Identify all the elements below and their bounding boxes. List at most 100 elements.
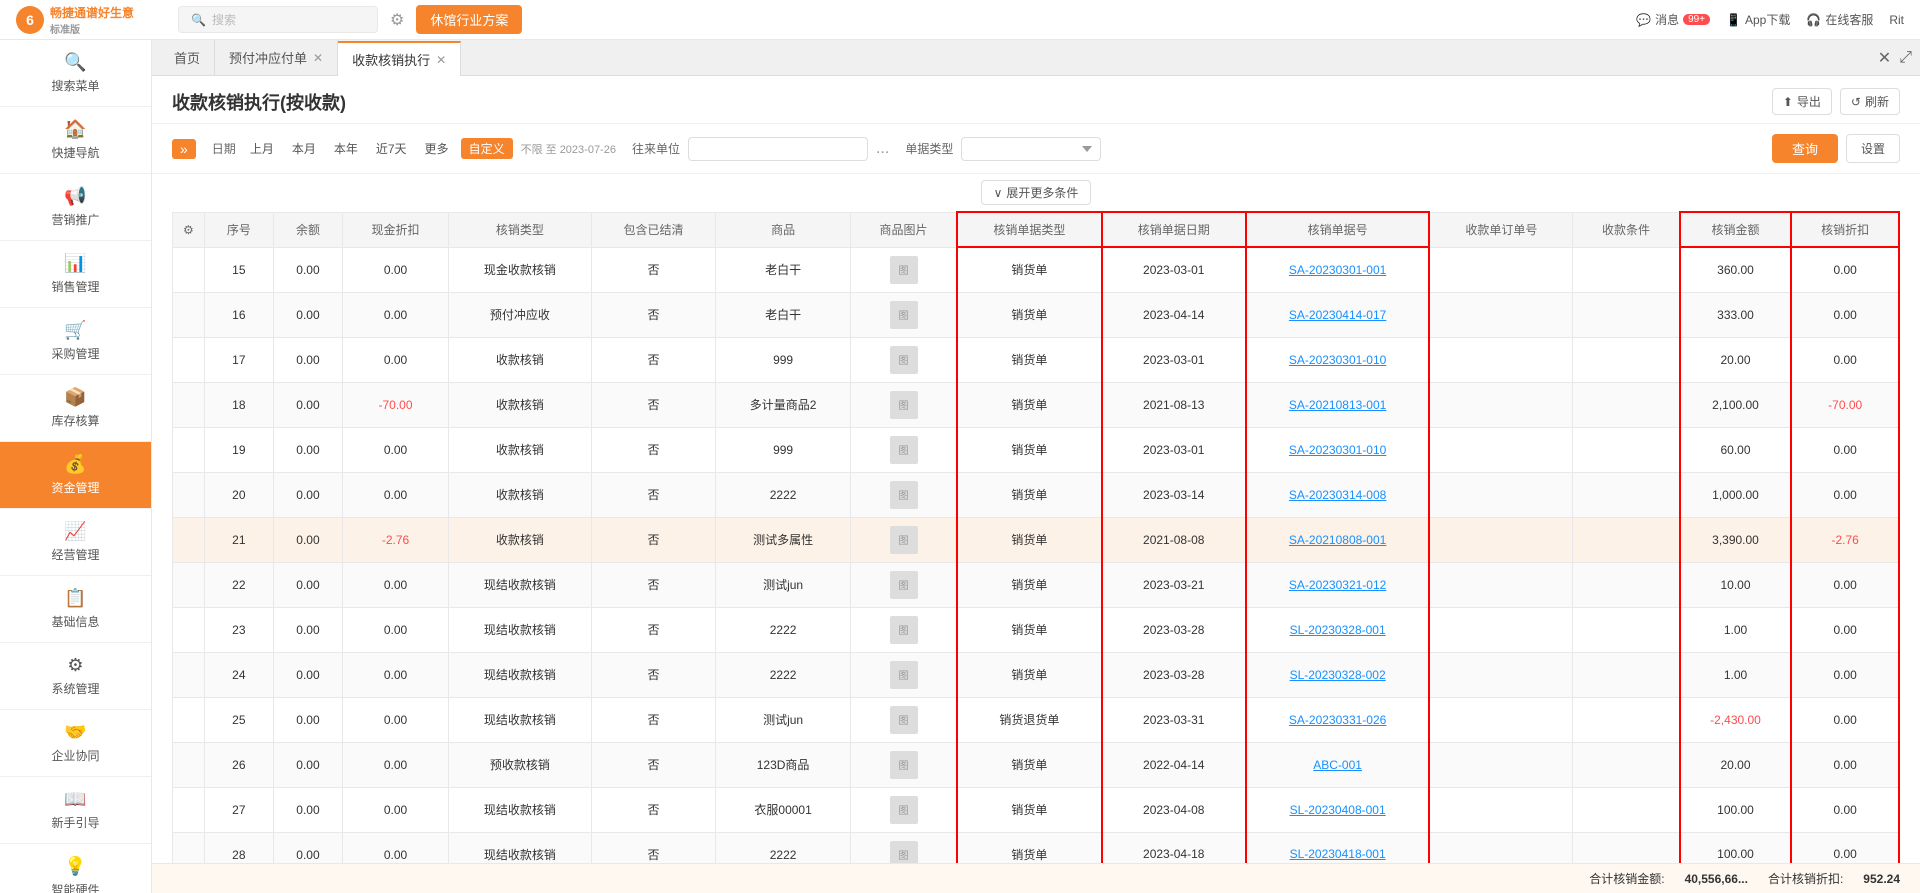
sidebar-item-search[interactable]: 🔍 搜索菜单 <box>0 40 151 107</box>
filter-collapse-btn[interactable]: » <box>172 139 196 159</box>
th-write-off-amount: 核销金额 <box>1680 212 1792 247</box>
td-cash-discount: -2.76 <box>343 517 449 562</box>
sidebar-label-guide: 新手引导 <box>51 814 99 831</box>
search-box[interactable]: 🔍 搜索 <box>178 6 378 33</box>
td-bill-no[interactable]: SL-20230328-001 <box>1246 607 1429 652</box>
td-bill-no[interactable]: SA-20230301-010 <box>1246 337 1429 382</box>
td-bill-no[interactable]: SA-20230321-012 <box>1246 562 1429 607</box>
messages-badge: 99+ <box>1683 14 1710 25</box>
sidebar-item-inventory[interactable]: 📦 库存核算 <box>0 375 151 442</box>
fullscreen-btn[interactable]: ⤢ <box>1899 49 1912 67</box>
td-balance: 0.00 <box>273 742 342 787</box>
tab-prepay-close[interactable]: ✕ <box>313 51 323 65</box>
td-write-off-discount: 0.00 <box>1791 427 1899 472</box>
td-no: 22 <box>204 562 273 607</box>
td-bill-no[interactable]: SL-20230408-001 <box>1246 787 1429 832</box>
sidebar-item-hardware[interactable]: 💡 智能硬件 <box>0 844 151 893</box>
td-write-off-amount: 60.00 <box>1680 427 1792 472</box>
tab-writeoff-close[interactable]: ✕ <box>436 53 446 67</box>
td-receipt-condition <box>1573 832 1680 863</box>
app-icon: 📱 <box>1726 13 1741 27</box>
partner-label: 往来单位 <box>632 140 680 157</box>
messages-label: 消息 <box>1655 11 1679 28</box>
query-button[interactable]: 查询 <box>1772 134 1838 163</box>
td-bill-no[interactable]: SA-20210808-001 <box>1246 517 1429 562</box>
sidebar-item-business[interactable]: 📈 经营管理 <box>0 509 151 576</box>
td-product: 999 <box>716 427 851 472</box>
table-row: 22 0.00 0.00 现结收款核销 否 测试jun 图 销货单 2023-0… <box>173 562 1900 607</box>
expand-more-button[interactable]: ∨ 展开更多条件 <box>981 180 1092 205</box>
table-container[interactable]: ⚙ 序号 余额 现金折扣 核销类型 包含已结清 商品 商品图片 核销单据类型 核… <box>152 211 1920 863</box>
bill-type-label: 单据类型 <box>905 140 953 157</box>
sidebar-item-enterprise[interactable]: 🤝 企业协同 <box>0 710 151 777</box>
td-balance: 0.00 <box>273 562 342 607</box>
date-opt-more[interactable]: 更多 <box>419 138 455 159</box>
td-bill-no[interactable]: SA-20230414-017 <box>1246 292 1429 337</box>
date-opt-thismonth[interactable]: 本月 <box>286 138 322 159</box>
td-bill-no[interactable]: SA-20230314-008 <box>1246 472 1429 517</box>
td-write-off-type: 现结收款核销 <box>449 787 592 832</box>
export-button[interactable]: ⬆ 导出 <box>1772 88 1832 115</box>
tab-home[interactable]: 首页 <box>160 40 215 75</box>
table-row: 20 0.00 0.00 收款核销 否 2222 图 销货单 2023-03-1… <box>173 472 1900 517</box>
td-bill-no[interactable]: SA-20230301-010 <box>1246 427 1429 472</box>
main-layout: 🔍 搜索菜单 🏠 快捷导航 📢 营销推广 📊 销售管理 🛒 采购管理 📦 库存核… <box>0 40 1920 893</box>
sidebar-item-purchase[interactable]: 🛒 采购管理 <box>0 308 151 375</box>
td-product: 多计量商品2 <box>716 382 851 427</box>
sidebar-item-guide[interactable]: 📖 新手引导 <box>0 777 151 844</box>
th-write-off-type: 核销类型 <box>449 212 592 247</box>
guide-sidebar-icon: 📖 <box>64 789 86 810</box>
td-bill-no[interactable]: SA-20230331-026 <box>1246 697 1429 742</box>
td-write-off-type: 现结收款核销 <box>449 652 592 697</box>
filter-settings-button[interactable]: 设置 <box>1846 134 1900 163</box>
td-balance: 0.00 <box>273 697 342 742</box>
td-bill-no[interactable]: ABC-001 <box>1246 742 1429 787</box>
td-bill-type: 销货单 <box>957 337 1101 382</box>
td-receipt-order-no <box>1429 697 1573 742</box>
sidebar-item-basics[interactable]: 📋 基础信息 <box>0 576 151 643</box>
partner-input[interactable] <box>688 137 868 161</box>
app-download-item[interactable]: 📱 App下载 <box>1726 11 1790 28</box>
tab-writeoff[interactable]: 收款核销执行 ✕ <box>338 41 461 76</box>
refresh-button[interactable]: ↺ 刷新 <box>1840 88 1900 115</box>
messages-item[interactable]: 💬 消息 99+ <box>1636 11 1710 28</box>
sidebar-item-sales[interactable]: 📊 销售管理 <box>0 241 151 308</box>
td-cash-discount: 0.00 <box>343 787 449 832</box>
td-bill-no[interactable]: SL-20230418-001 <box>1246 832 1429 863</box>
td-product-image: 图 <box>850 382 957 427</box>
td-bill-no[interactable]: SA-20210813-001 <box>1246 382 1429 427</box>
online-support-item[interactable]: 🎧 在线客服 <box>1806 11 1873 28</box>
td-receipt-condition <box>1573 787 1680 832</box>
td-bill-type: 销货单 <box>957 247 1101 292</box>
sidebar-item-nav[interactable]: 🏠 快捷导航 <box>0 107 151 174</box>
td-write-off-discount: 0.00 <box>1791 787 1899 832</box>
bill-type-filter-group: 单据类型 <box>905 137 1101 161</box>
td-bill-no[interactable]: SL-20230328-002 <box>1246 652 1429 697</box>
close-tab-btn[interactable]: ✕ <box>1878 48 1891 68</box>
td-including-cleared: 否 <box>591 607 715 652</box>
bill-type-select[interactable] <box>961 137 1101 161</box>
sidebar-item-system[interactable]: ⚙ 系统管理 <box>0 643 151 710</box>
td-product: 测试多属性 <box>716 517 851 562</box>
th-settings[interactable]: ⚙ <box>173 212 205 247</box>
td-write-off-discount: 0.00 <box>1791 607 1899 652</box>
sidebar-item-finance[interactable]: 💰 资金管理 <box>0 442 151 509</box>
td-receipt-condition <box>1573 697 1680 742</box>
chevron-down-icon: ∨ <box>994 186 1003 200</box>
solution-button[interactable]: 休馆行业方案 <box>416 5 522 34</box>
td-receipt-order-no <box>1429 247 1573 292</box>
settings-icon[interactable]: ⚙ <box>390 10 404 30</box>
tab-prepay[interactable]: 预付冲应付单 ✕ <box>215 40 338 75</box>
date-opt-lastmonth[interactable]: 上月 <box>244 138 280 159</box>
date-opt-thisyear[interactable]: 本年 <box>328 138 364 159</box>
td-cash-discount: -70.00 <box>343 382 449 427</box>
export-label: 导出 <box>1797 93 1821 110</box>
partner-dots[interactable]: ... <box>876 140 889 158</box>
td-write-off-amount: -2,430.00 <box>1680 697 1792 742</box>
date-opt-custom[interactable]: 自定义 <box>461 138 513 159</box>
td-write-off-discount: 0.00 <box>1791 562 1899 607</box>
sidebar-item-marketing[interactable]: 📢 营销推广 <box>0 174 151 241</box>
td-bill-date: 2023-03-01 <box>1102 337 1246 382</box>
td-bill-no[interactable]: SA-20230301-001 <box>1246 247 1429 292</box>
date-opt-7days[interactable]: 近7天 <box>370 138 413 159</box>
